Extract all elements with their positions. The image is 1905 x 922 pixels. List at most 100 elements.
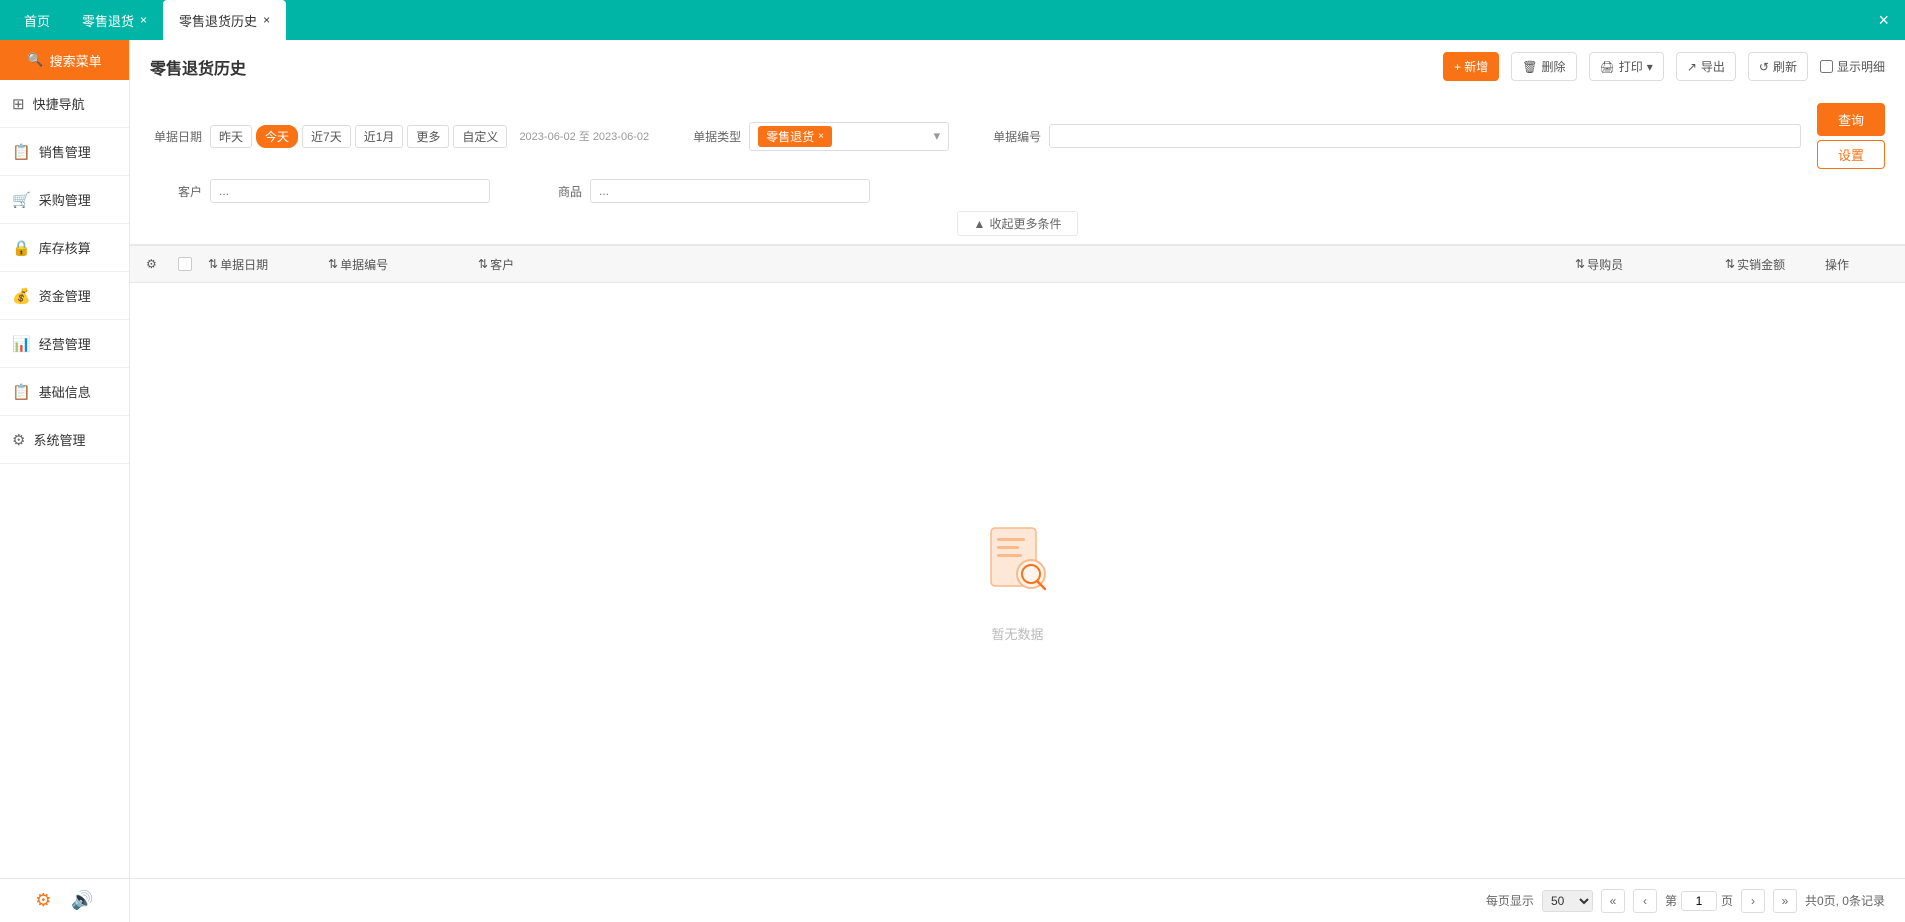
bill-no-input[interactable]: [1049, 124, 1801, 148]
sidebar-item-operation[interactable]: 📊 经营管理: [0, 320, 129, 368]
inventory-icon: 🔒: [12, 239, 31, 257]
bill-type-tag: 零售退货 ×: [758, 126, 832, 147]
new-button[interactable]: + 新增: [1443, 52, 1499, 81]
bill-type-dropdown[interactable]: 零售退货 × ▾: [749, 122, 949, 151]
audio-bottom-icon[interactable]: 🔊: [71, 890, 93, 911]
table-area: ⚙ ⇅ 单据日期 ⇅ 单据编号 ⇅ 客户: [130, 245, 1905, 878]
select-all-checkbox[interactable]: [178, 257, 192, 271]
bill-type-dropdown-arrow: ▾: [934, 128, 941, 144]
export-icon: ↗: [1687, 60, 1697, 74]
window-close-button[interactable]: ×: [1878, 10, 1889, 31]
sidebar-item-quick-nav[interactable]: ⊞ 快捷导航: [0, 80, 129, 128]
pagination: 每页显示 50 100 200 « ‹ 第 页 › » 共0页, 0条记录: [130, 878, 1905, 922]
sort-icon-guide: ⇅: [1575, 257, 1585, 271]
date-btn-more[interactable]: 更多: [407, 125, 449, 148]
query-button[interactable]: 查询: [1817, 103, 1885, 136]
th-bill-no[interactable]: ⇅ 单据编号: [320, 256, 470, 273]
sidebar-search-btn[interactable]: 🔍 搜索菜单: [0, 40, 129, 80]
display-toggle-label[interactable]: 显示明细: [1820, 58, 1885, 75]
date-filter-buttons: 昨天 今天 近7天 近1月 更多 自定义 2023-06-02 至 2023-0…: [210, 125, 649, 148]
print-icon: 🖨: [1600, 60, 1615, 74]
finance-icon: 💰: [12, 287, 31, 305]
goods-input[interactable]: [590, 179, 870, 203]
settings-bottom-icon[interactable]: ⚙: [35, 890, 51, 911]
customer-input[interactable]: [210, 179, 490, 203]
date-btn-custom[interactable]: 自定义: [453, 125, 507, 148]
prev-page-button[interactable]: ‹: [1633, 889, 1657, 913]
sidebar: 🔍 搜索菜单 ⊞ 快捷导航 📋 销售管理 🛒 采购管理 🔒 库存核算 💰: [0, 40, 130, 922]
refresh-button[interactable]: ↺ 刷新: [1748, 52, 1808, 81]
bill-type-label: 单据类型: [689, 128, 749, 145]
empty-text: 暂无数据: [991, 624, 1043, 643]
page-input[interactable]: [1681, 891, 1717, 911]
th-date[interactable]: ⇅ 单据日期: [200, 256, 320, 273]
operation-icon: 📊: [12, 335, 31, 353]
date-btn-today[interactable]: 今天: [256, 125, 298, 148]
total-info: 共0页, 0条记录: [1805, 892, 1885, 909]
collapse-up-icon: ▲: [974, 217, 986, 231]
page-title: 零售退货历史: [150, 55, 246, 79]
th-guide[interactable]: ⇅ 导购员: [1567, 256, 1717, 273]
sidebar-item-purchase-mgmt[interactable]: 🛒 采购管理: [0, 176, 129, 224]
last-page-button[interactable]: »: [1773, 889, 1797, 913]
per-page-select[interactable]: 50 100 200: [1542, 890, 1593, 912]
date-range-display: 2023-06-02 至 2023-06-02: [519, 128, 649, 144]
sidebar-bottom: ⚙ 🔊: [0, 878, 129, 922]
filter-area: 单据日期 昨天 今天 近7天 近1月 更多 自定义 2023-06-02 至 2…: [150, 93, 1885, 244]
settings-col-icon: ⚙: [146, 257, 157, 271]
collapse-filter-button[interactable]: ▲ 收起更多条件: [957, 211, 1079, 236]
refresh-icon: ↺: [1759, 60, 1769, 74]
table-header: ⚙ ⇅ 单据日期 ⇅ 单据编号 ⇅ 客户: [130, 245, 1905, 283]
basic-info-icon: 📋: [12, 383, 31, 401]
empty-icon: [973, 518, 1063, 608]
close-retail-return-history-tab[interactable]: ×: [263, 13, 270, 27]
th-customer[interactable]: ⇅ 客户: [470, 256, 1567, 273]
page-header: 零售退货历史 + 新增 🗑 删除 🖨 打印 ▾ ↗ 导出: [130, 40, 1905, 245]
th-checkbox[interactable]: [170, 257, 200, 271]
print-chevron-icon: ▾: [1647, 60, 1653, 74]
date-btn-7days[interactable]: 近7天: [302, 125, 351, 148]
first-page-button[interactable]: «: [1601, 889, 1625, 913]
delete-icon: 🗑: [1522, 60, 1537, 74]
sales-icon: 📋: [12, 143, 31, 161]
tab-home[interactable]: 首页: [8, 0, 66, 40]
close-retail-return-tab[interactable]: ×: [140, 13, 147, 27]
table-container: ⚙ ⇅ 单据日期 ⇅ 单据编号 ⇅ 客户: [130, 245, 1905, 922]
top-bar: 首页 零售退货 × 零售退货历史 × ×: [0, 0, 1905, 40]
toolbar: + 新增 🗑 删除 🖨 打印 ▾ ↗ 导出 ↺: [1443, 52, 1885, 81]
sort-icon-bill: ⇅: [328, 257, 338, 271]
bill-type-tag-close[interactable]: ×: [818, 131, 824, 142]
settings-button[interactable]: 设置: [1817, 140, 1885, 169]
sidebar-item-finance[interactable]: 💰 资金管理: [0, 272, 129, 320]
goods-filter-label: 商品: [530, 183, 590, 200]
bill-no-label: 单据编号: [989, 128, 1049, 145]
sidebar-item-inventory[interactable]: 🔒 库存核算: [0, 224, 129, 272]
sort-icon: ⇅: [208, 257, 218, 271]
search-icon: 🔍: [27, 52, 43, 68]
th-settings[interactable]: ⚙: [138, 257, 170, 271]
tab-retail-return[interactable]: 零售退货 ×: [66, 0, 163, 40]
display-toggle-checkbox[interactable]: [1820, 60, 1833, 73]
sidebar-item-system-mgmt[interactable]: ⚙ 系统管理: [0, 416, 129, 464]
empty-state: 暂无数据: [130, 283, 1905, 878]
purchase-icon: 🛒: [12, 191, 31, 209]
sidebar-item-basic-info[interactable]: 📋 基础信息: [0, 368, 129, 416]
date-filter-label: 单据日期: [150, 128, 210, 145]
tab-retail-return-history[interactable]: 零售退货历史 ×: [163, 0, 286, 40]
sidebar-item-sales-mgmt[interactable]: 📋 销售管理: [0, 128, 129, 176]
th-amount[interactable]: ⇅ 实销金额: [1717, 256, 1817, 273]
delete-button[interactable]: 🗑 删除: [1511, 52, 1576, 81]
customer-filter-label: 客户: [150, 183, 210, 200]
sort-icon-customer: ⇅: [478, 257, 488, 271]
quick-nav-icon: ⊞: [12, 95, 25, 113]
th-action: 操作: [1817, 256, 1897, 273]
date-btn-1month[interactable]: 近1月: [355, 125, 404, 148]
system-icon: ⚙: [12, 431, 25, 449]
main-content: 零售退货历史 + 新增 🗑 删除 🖨 打印 ▾ ↗ 导出: [130, 40, 1905, 922]
sidebar-nav: ⊞ 快捷导航 📋 销售管理 🛒 采购管理 🔒 库存核算 💰 资金管理 📊: [0, 80, 129, 878]
export-button[interactable]: ↗ 导出: [1676, 52, 1736, 81]
date-btn-yesterday[interactable]: 昨天: [210, 125, 252, 148]
next-page-button[interactable]: ›: [1741, 889, 1765, 913]
layout: 🔍 搜索菜单 ⊞ 快捷导航 📋 销售管理 🛒 采购管理 🔒 库存核算 💰: [0, 40, 1905, 922]
print-button[interactable]: 🖨 打印 ▾: [1589, 52, 1664, 81]
